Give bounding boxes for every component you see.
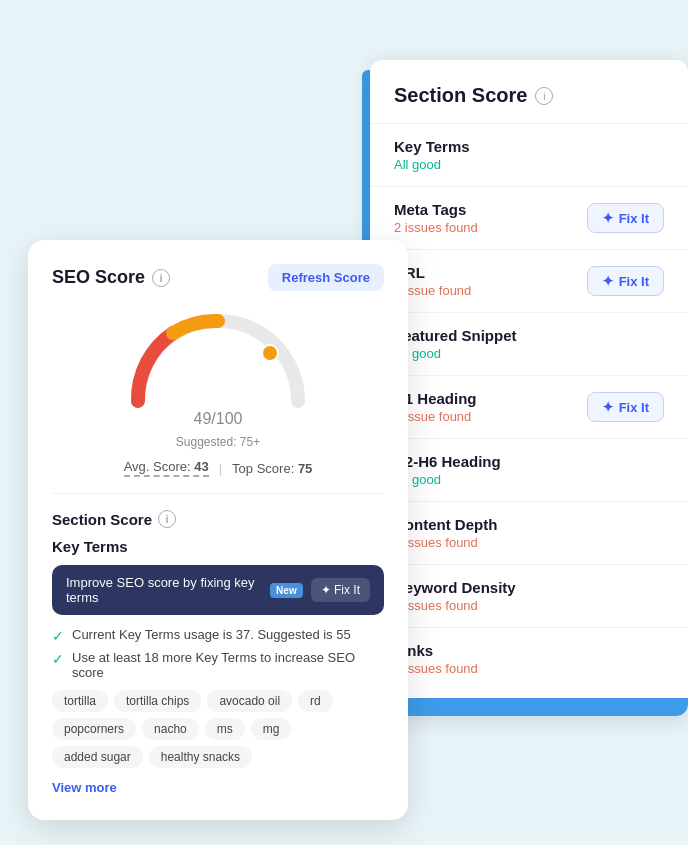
section-item-status-keyword-density: 2 issues found bbox=[394, 598, 516, 613]
section-item-meta-tags: Meta Tags 2 issues found ✦ Fix It bbox=[370, 186, 688, 249]
gauge-container: 49/100 Suggested: 75+ Avg. Score: 43 | T… bbox=[52, 301, 384, 477]
keyword-tag[interactable]: mg bbox=[251, 718, 292, 740]
keyword-tag[interactable]: healthy snacks bbox=[149, 746, 252, 768]
seo-score-title: SEO Score i bbox=[52, 267, 170, 288]
keyword-tag[interactable]: avocado oil bbox=[207, 690, 292, 712]
keyword-tag[interactable]: tortilla bbox=[52, 690, 108, 712]
keyword-tag[interactable]: ms bbox=[205, 718, 245, 740]
keyword-tag[interactable]: added sugar bbox=[52, 746, 143, 768]
new-badge: New bbox=[270, 583, 303, 598]
section-item-status-content-depth: 6 issues found bbox=[394, 535, 497, 550]
avg-score-label: Avg. Score: 43 bbox=[124, 459, 209, 477]
section-item-name-h2-h6-heading: H2-H6 Heading bbox=[394, 453, 501, 470]
fix-it-button-meta-tags[interactable]: ✦ Fix It bbox=[587, 203, 664, 233]
section-item-name-featured-snippet: Featured Snippet bbox=[394, 327, 517, 344]
check-icon: ✓ bbox=[52, 651, 64, 667]
section-score-title: Section Score bbox=[394, 84, 527, 107]
section-item-h2-h6-heading: H2-H6 Heading All good bbox=[370, 438, 688, 501]
fix-it-button-url[interactable]: ✦ Fix It bbox=[587, 266, 664, 296]
right-panel-bottom-bar bbox=[370, 698, 688, 716]
top-score-label: Top Score: 75 bbox=[232, 461, 312, 476]
section-item-status-meta-tags: 2 issues found bbox=[394, 220, 478, 235]
left-panel-header: SEO Score i Refresh Score bbox=[52, 264, 384, 291]
gauge-score-value: 49/100 bbox=[176, 391, 260, 433]
section-item-key-terms: Key Terms All good bbox=[370, 123, 688, 186]
right-panel: Section Score i Key Terms All good Meta Ta… bbox=[370, 60, 688, 716]
keyword-tag[interactable]: rd bbox=[298, 690, 333, 712]
checklist-item: ✓Use at least 18 more Key Terms to incre… bbox=[52, 650, 384, 680]
section-item-name-meta-tags: Meta Tags bbox=[394, 201, 478, 218]
gauge-suggested: Suggested: 75+ bbox=[176, 435, 260, 449]
left-section-info-icon[interactable]: i bbox=[158, 510, 176, 528]
section-item-status-key-terms: All good bbox=[394, 157, 470, 172]
section-item-featured-snippet: Featured Snippet All good bbox=[370, 312, 688, 375]
gauge-stats: Avg. Score: 43 | Top Score: 75 bbox=[124, 459, 313, 477]
key-terms-fix-it-button[interactable]: ✦ Fix It bbox=[311, 578, 370, 602]
section-item-url: URL1 issue found✦ Fix It bbox=[370, 249, 688, 312]
section-item-keyword-density: Keyword Density 2 issues found bbox=[370, 564, 688, 627]
improve-banner-text: Improve SEO score by fixing key terms bbox=[66, 575, 262, 605]
section-score-list: Key Terms All good Meta Tags 2 issues found… bbox=[370, 123, 688, 690]
key-terms-tags: tortilla tortilla chips avocado oil rd popco… bbox=[52, 690, 384, 768]
left-section-score-title: Section Score i bbox=[52, 510, 384, 528]
section-item-links: Links2 issues found bbox=[370, 627, 688, 690]
right-panel-header: Section Score i bbox=[370, 84, 688, 123]
key-terms-checklist: ✓Current Key Terms usage is 37. Suggeste… bbox=[52, 627, 384, 680]
keyword-tag[interactable]: tortilla chips bbox=[114, 690, 201, 712]
keyword-tag[interactable]: popcorners bbox=[52, 718, 136, 740]
section-item-name-keyword-density: Keyword Density bbox=[394, 579, 516, 596]
seo-score-info-icon[interactable]: i bbox=[152, 269, 170, 287]
left-panel: SEO Score i Refresh Score 49/100 Suggest… bbox=[28, 240, 408, 820]
section-item-name-key-terms: Key Terms bbox=[394, 138, 470, 155]
section-item-status-featured-snippet: All good bbox=[394, 346, 517, 361]
section-item-h1-heading: H1 Heading1 issue found✦ Fix It bbox=[370, 375, 688, 438]
section-score-info-icon[interactable]: i bbox=[535, 87, 553, 105]
section-item-status-h2-h6-heading: All good bbox=[394, 472, 501, 487]
checklist-item: ✓Current Key Terms usage is 37. Suggeste… bbox=[52, 627, 384, 644]
check-icon: ✓ bbox=[52, 628, 64, 644]
section-item-content-depth: Content Depth 6 issues found bbox=[370, 501, 688, 564]
view-more-link[interactable]: View more bbox=[52, 780, 117, 795]
left-key-terms-label: Key Terms bbox=[52, 538, 384, 555]
refresh-score-button[interactable]: Refresh Score bbox=[268, 264, 384, 291]
left-section-score: Section Score i Key Terms Improve SEO sc… bbox=[52, 493, 384, 796]
keyword-tag[interactable]: nacho bbox=[142, 718, 199, 740]
section-item-name-content-depth: Content Depth bbox=[394, 516, 497, 533]
fix-it-button-h1-heading[interactable]: ✦ Fix It bbox=[587, 392, 664, 422]
svg-point-0 bbox=[262, 345, 278, 361]
improve-banner: Improve SEO score by fixing key terms Ne… bbox=[52, 565, 384, 615]
